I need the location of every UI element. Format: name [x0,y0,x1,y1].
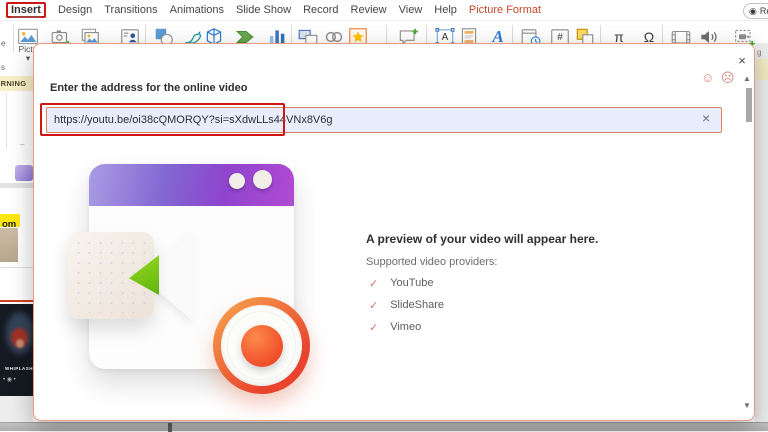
tab-picture-format[interactable]: Picture Format [469,4,541,16]
pane-separator [0,183,33,188]
pane-dash: – [20,140,25,149]
provider-item: ✓ YouTube [369,277,433,290]
provider-item: ✓ Vimeo [369,321,421,334]
address-label: Enter the address for the online video [50,82,248,94]
scroll-down-icon[interactable]: ▼ [741,401,753,410]
tab-slide-show[interactable]: Slide Show [236,4,291,16]
illustration-dot [229,173,245,189]
highlighted-text: om [0,214,20,230]
check-icon: ✓ [369,278,379,290]
record-button[interactable]: ◉ Re [743,3,768,19]
chevron-down-icon: ▾ [25,53,31,63]
video-url-input[interactable] [46,107,722,133]
warning-banner: WARNING [0,76,33,91]
player-controls[interactable]: • ◉ • [3,376,16,383]
clear-input-icon[interactable]: × [702,110,710,126]
providers-label: Supported video providers: [366,256,498,268]
provider-name: Vimeo [390,321,422,333]
menu-bar: Insert Design Transitions Animations Sli… [0,0,768,21]
tab-record[interactable]: Record [303,4,338,16]
right-warning-partial [756,59,768,80]
close-icon[interactable]: × [734,53,750,68]
clipped-ribbon-text: s [1,63,5,72]
check-icon: ✓ [369,300,379,312]
frown-feedback-icon[interactable]: ☹ [721,70,735,86]
online-video-dialog: × ☺ ☹ ▲ ▼ Enter the address for the onli… [33,43,755,421]
pane-divider [0,267,33,268]
preview-heading: A preview of your video will appear here… [366,232,599,246]
record-dot-icon: ◉ [749,5,757,16]
smiley-feedback-icon[interactable]: ☺ [701,70,714,85]
annotation-line-partial [0,300,33,302]
pane-bottom [0,396,33,422]
tab-review[interactable]: Review [351,4,387,16]
right-sliver [755,43,768,422]
clipped-text: g [757,48,762,57]
video-illustration [67,159,316,411]
provider-item: ✓ SlideShare [369,299,444,312]
video-thumb-face [16,339,24,348]
slide-thumbnail-partial[interactable] [15,165,33,181]
window-bottom-bar [0,422,768,432]
video-thumbnail[interactable]: WHIPLASH • ◉ • [0,304,33,396]
tab-insert[interactable]: Insert [11,4,41,18]
tab-design[interactable]: Design [58,4,92,16]
tab-view[interactable]: View [399,4,423,16]
tab-help[interactable]: Help [434,4,457,16]
provider-name: YouTube [390,277,434,289]
check-icon: ✓ [369,322,379,334]
pane-divider [6,93,7,149]
video-title: WHIPLASH [5,366,33,371]
image-thumbnail-partial[interactable] [0,228,18,262]
scrollbar-thumb[interactable] [746,88,752,122]
provider-name: SlideShare [390,299,445,311]
insert-tab-annotation: Insert [6,2,46,18]
tab-animations[interactable]: Animations [170,4,224,16]
scroll-up-icon[interactable]: ▲ [741,74,753,83]
illustration-record-button [213,297,310,394]
tab-transitions[interactable]: Transitions [104,4,157,16]
clipped-ribbon-text: e [1,39,6,48]
record-button-label: Re [759,6,768,16]
illustration-dot [253,170,272,189]
